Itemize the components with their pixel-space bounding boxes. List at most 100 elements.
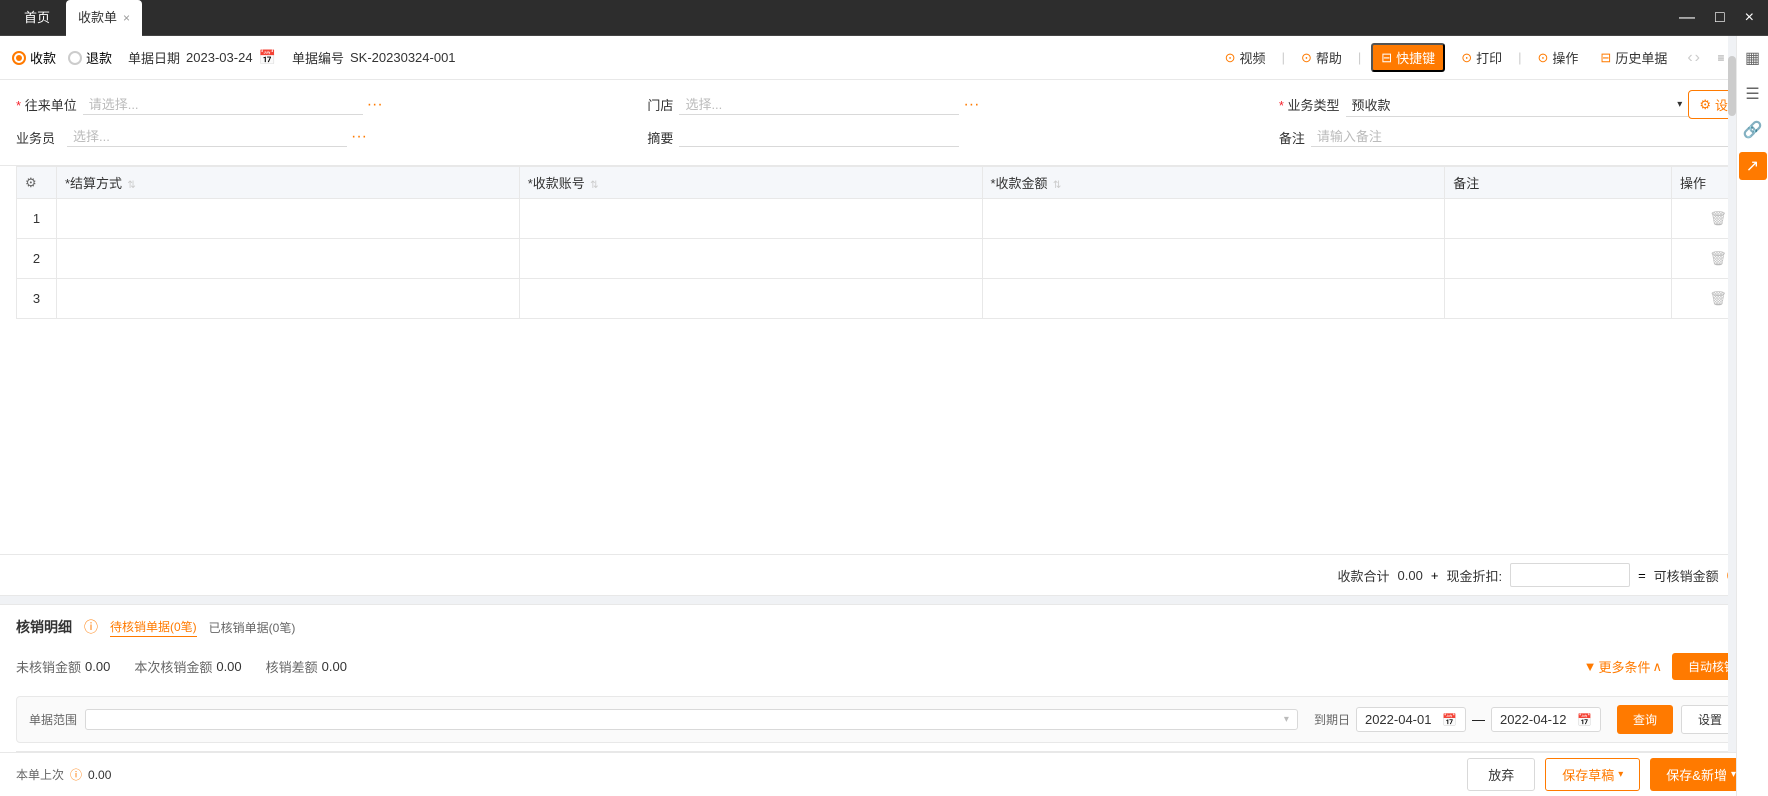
filter-right-btns: 查询 设置 (1617, 705, 1739, 734)
done-tab[interactable]: 已核销单据(0笔) (209, 619, 296, 636)
remark-input[interactable] (1311, 127, 1752, 147)
sort-icon-settle[interactable]: ⇅ (127, 180, 135, 191)
shortcut-btn[interactable]: ⊟ 快捷键 (1371, 43, 1445, 72)
store-input[interactable] (679, 95, 959, 115)
row-num-3: 3 (17, 279, 57, 319)
section-divider (0, 595, 1768, 605)
close-btn[interactable]: × (1739, 9, 1760, 27)
sort-icon-amount[interactable]: ⇅ (1053, 180, 1061, 191)
help-btn[interactable]: ⊙ 帮助 (1295, 46, 1348, 69)
print-icon: ⊙ (1461, 50, 1472, 66)
tab-active[interactable]: 收款单 × (66, 0, 142, 36)
sidebar-table-icon[interactable]: ▦ (1739, 44, 1767, 72)
radio-refund[interactable]: 退款 (68, 48, 112, 67)
minimize-btn[interactable]: — (1673, 9, 1701, 27)
info-icon[interactable]: ⓘ (84, 617, 98, 637)
gear-icon: ⚙ (1699, 97, 1711, 113)
sidebar-attach-icon[interactable]: 🔗 (1739, 116, 1767, 144)
table-row: 1 🗑 ⧉ (17, 199, 1752, 239)
operation-btn[interactable]: ⊙ 操作 (1532, 46, 1585, 69)
sort-icon-account[interactable]: ⇅ (590, 180, 598, 191)
radio-refund-dot (68, 51, 82, 65)
abandon-btn[interactable]: 放弃 (1467, 758, 1535, 791)
discount-input[interactable] (1510, 563, 1630, 587)
summary-label: 摘要 (647, 128, 679, 147)
main-area: 收款 退款 单据日期 2023-03-24 📅 单据编号 SK-20230324… (0, 36, 1768, 796)
salesperson-input[interactable] (67, 127, 347, 147)
scrollbar-area[interactable] (1728, 36, 1736, 752)
print-btn[interactable]: ⊙ 打印 (1455, 46, 1508, 69)
pending-tab[interactable]: 待核销单据(0笔) (110, 618, 197, 637)
row3-amount[interactable] (982, 279, 1445, 319)
sidebar-doc-icon[interactable]: ☰ (1739, 80, 1767, 108)
scrollbar-thumb[interactable] (1728, 56, 1736, 116)
footer-right: 放弃 保存草稿 ▾ 保存&新增 ▾ (1467, 758, 1752, 791)
due-date-label: 到期日 (1314, 711, 1350, 728)
remark-field: 备注 (1279, 127, 1752, 147)
save-draft-btn[interactable]: 保存草稿 ▾ (1545, 758, 1640, 791)
nav-left-arrow[interactable]: ‹ (1687, 49, 1692, 67)
column-settings-icon[interactable]: ⚙ (25, 175, 37, 190)
gear-th[interactable]: ⚙ (17, 167, 57, 199)
maximize-btn[interactable]: □ (1709, 9, 1731, 27)
table-row: 2 🗑 ⧉ (17, 239, 1752, 279)
row2-settle-method[interactable] (57, 239, 520, 279)
section-title: 核销明细 (16, 617, 72, 637)
business-type-label: * 业务类型 (1279, 95, 1346, 114)
counterpart-input[interactable] (83, 95, 363, 115)
row1-amount[interactable] (982, 199, 1445, 239)
radio-receive-label: 收款 (30, 48, 56, 67)
tab-home[interactable]: 首页 (8, 0, 66, 36)
row3-delete-icon[interactable]: 🗑 (1709, 290, 1727, 307)
current-verify-label: 本次核销金额 (134, 657, 212, 676)
plus-sign: + (1431, 568, 1439, 583)
unverified-label: 未核销金额 (16, 657, 81, 676)
radio-receive[interactable]: 收款 (12, 48, 56, 67)
total-value: 0.00 (1398, 568, 1423, 583)
row1-delete-icon[interactable]: 🗑 (1709, 210, 1727, 227)
salesperson-more-btn[interactable]: ··· (347, 128, 371, 146)
business-type-select[interactable]: 预收款 ▾ (1346, 93, 1689, 117)
row2-account[interactable] (519, 239, 982, 279)
row-num-1: 1 (17, 199, 57, 239)
last-order-value: 0.00 (88, 768, 111, 782)
range-select[interactable]: ▾ (85, 709, 1298, 730)
core-detail-header: 核销明细 ⓘ 待核销单据(0笔) 已核销单据(0笔) (16, 617, 1752, 637)
operation-icon: ⊙ (1538, 50, 1549, 66)
row2-amount[interactable] (982, 239, 1445, 279)
equals-sign: = (1638, 568, 1646, 583)
nav-right-arrow[interactable]: › (1695, 49, 1700, 67)
more-filter-btn[interactable]: ▼ 更多条件 ∧ (1584, 657, 1662, 676)
row1-settle-method[interactable] (57, 199, 520, 239)
counterpart-more-btn[interactable]: ··· (363, 96, 387, 114)
due-date-start-input[interactable]: 2022-04-01 📅 (1356, 707, 1466, 732)
query-btn[interactable]: 查询 (1617, 705, 1673, 734)
calendar-icon[interactable]: 📅 (259, 49, 276, 66)
unverified-stat: 未核销金额 0.00 (16, 657, 110, 676)
due-date-end-input[interactable]: 2022-04-12 📅 (1491, 707, 1601, 732)
row3-settle-method[interactable] (57, 279, 520, 319)
summary-row: 收款合计 0.00 + 现金折扣: = 可核销金额 0.00 (0, 554, 1768, 595)
video-btn[interactable]: ⊙ 视频 (1219, 46, 1272, 69)
row3-remark[interactable] (1445, 279, 1672, 319)
discount-label: 现金折扣: (1446, 566, 1502, 585)
sidebar-arrow-icon[interactable]: ↗ (1739, 152, 1767, 180)
row1-account[interactable] (519, 199, 982, 239)
row1-remark[interactable] (1445, 199, 1672, 239)
store-more-btn[interactable]: ··· (959, 96, 983, 114)
current-verify-stat: 本次核销金额 0.00 (134, 657, 241, 676)
last-order-info-icon[interactable]: ⓘ (70, 766, 82, 783)
total-label: 收款合计 (1338, 566, 1390, 585)
due-date-filter: 到期日 2022-04-01 📅 — 2022-04-12 📅 (1314, 707, 1601, 732)
row2-remark[interactable] (1445, 239, 1672, 279)
form-row-1: * 往来单位 ··· 门店 ··· * 业务类型 预收款 (16, 90, 1752, 119)
row3-account[interactable] (519, 279, 982, 319)
range-filter: 单据范围 ▾ (29, 709, 1298, 730)
th-settle-method: *结算方式 ⇅ (57, 167, 520, 199)
summary-input[interactable] (679, 127, 959, 147)
tab-close-icon[interactable]: × (123, 0, 130, 36)
type-radio-group: 收款 退款 (12, 48, 112, 67)
number-value: SK-20230324-001 (350, 50, 456, 65)
row2-delete-icon[interactable]: 🗑 (1709, 250, 1727, 267)
history-btn[interactable]: ⊟ 历史单据 (1594, 46, 1673, 69)
